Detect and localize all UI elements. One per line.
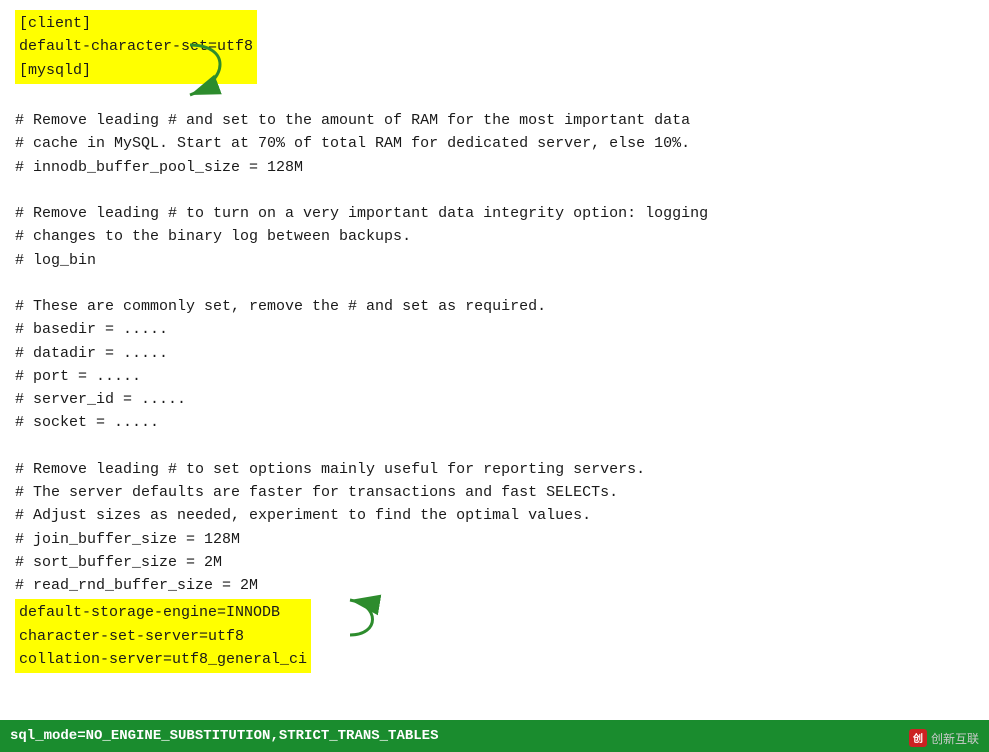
- status-bar-text: sql_mode=NO_ENGINE_SUBSTITUTION,STRICT_T…: [10, 728, 438, 744]
- comment-block-3: # These are commonly set, remove the # a…: [15, 295, 974, 435]
- comment-block-2: # Remove leading # to turn on a very imp…: [15, 202, 974, 272]
- comment-line: # Adjust sizes as needed, experiment to …: [15, 504, 974, 527]
- watermark-text: 创新互联: [931, 730, 979, 747]
- comment-line: # cache in MySQL. Start at 70% of total …: [15, 132, 974, 155]
- comment-line: # server_id = .....: [15, 388, 974, 411]
- comment-line: # join_buffer_size = 128M: [15, 528, 974, 551]
- bottom-highlight-line: default-storage-engine=INNODB character-…: [19, 604, 307, 668]
- comment-line: # socket = .....: [15, 411, 974, 434]
- comment-line: # Remove leading # to set options mainly…: [15, 458, 974, 481]
- comment-line: # datadir = .....: [15, 342, 974, 365]
- top-highlight-box: [client] default-character-set=utf8 [mys…: [15, 10, 257, 84]
- top-highlight-line-1: [client] default-character-set=utf8 [mys…: [19, 15, 253, 79]
- watermark: 创 创新互联: [909, 729, 979, 747]
- comment-line: # Remove leading # and set to the amount…: [15, 109, 974, 132]
- comment-line: # sort_buffer_size = 2M: [15, 551, 974, 574]
- bottom-highlight-box: default-storage-engine=INNODB character-…: [15, 599, 311, 673]
- status-bar: sql_mode=NO_ENGINE_SUBSTITUTION,STRICT_T…: [0, 720, 989, 752]
- watermark-icon: 创: [909, 729, 927, 747]
- comment-block-4: # Remove leading # to set options mainly…: [15, 458, 974, 598]
- comment-line: # innodb_buffer_pool_size = 128M: [15, 156, 974, 179]
- comment-line: # The server defaults are faster for tra…: [15, 481, 974, 504]
- comment-line: # changes to the binary log between back…: [15, 225, 974, 248]
- comment-line: # basedir = .....: [15, 318, 974, 341]
- comment-block-1: # Remove leading # and set to the amount…: [15, 109, 974, 179]
- comment-line: # log_bin: [15, 249, 974, 272]
- main-content: [client] default-character-set=utf8 [mys…: [0, 0, 989, 720]
- comment-line: # port = .....: [15, 365, 974, 388]
- comment-line: # read_rnd_buffer_size = 2M: [15, 574, 974, 597]
- comment-line: # These are commonly set, remove the # a…: [15, 295, 974, 318]
- comment-line: # Remove leading # to turn on a very imp…: [15, 202, 974, 225]
